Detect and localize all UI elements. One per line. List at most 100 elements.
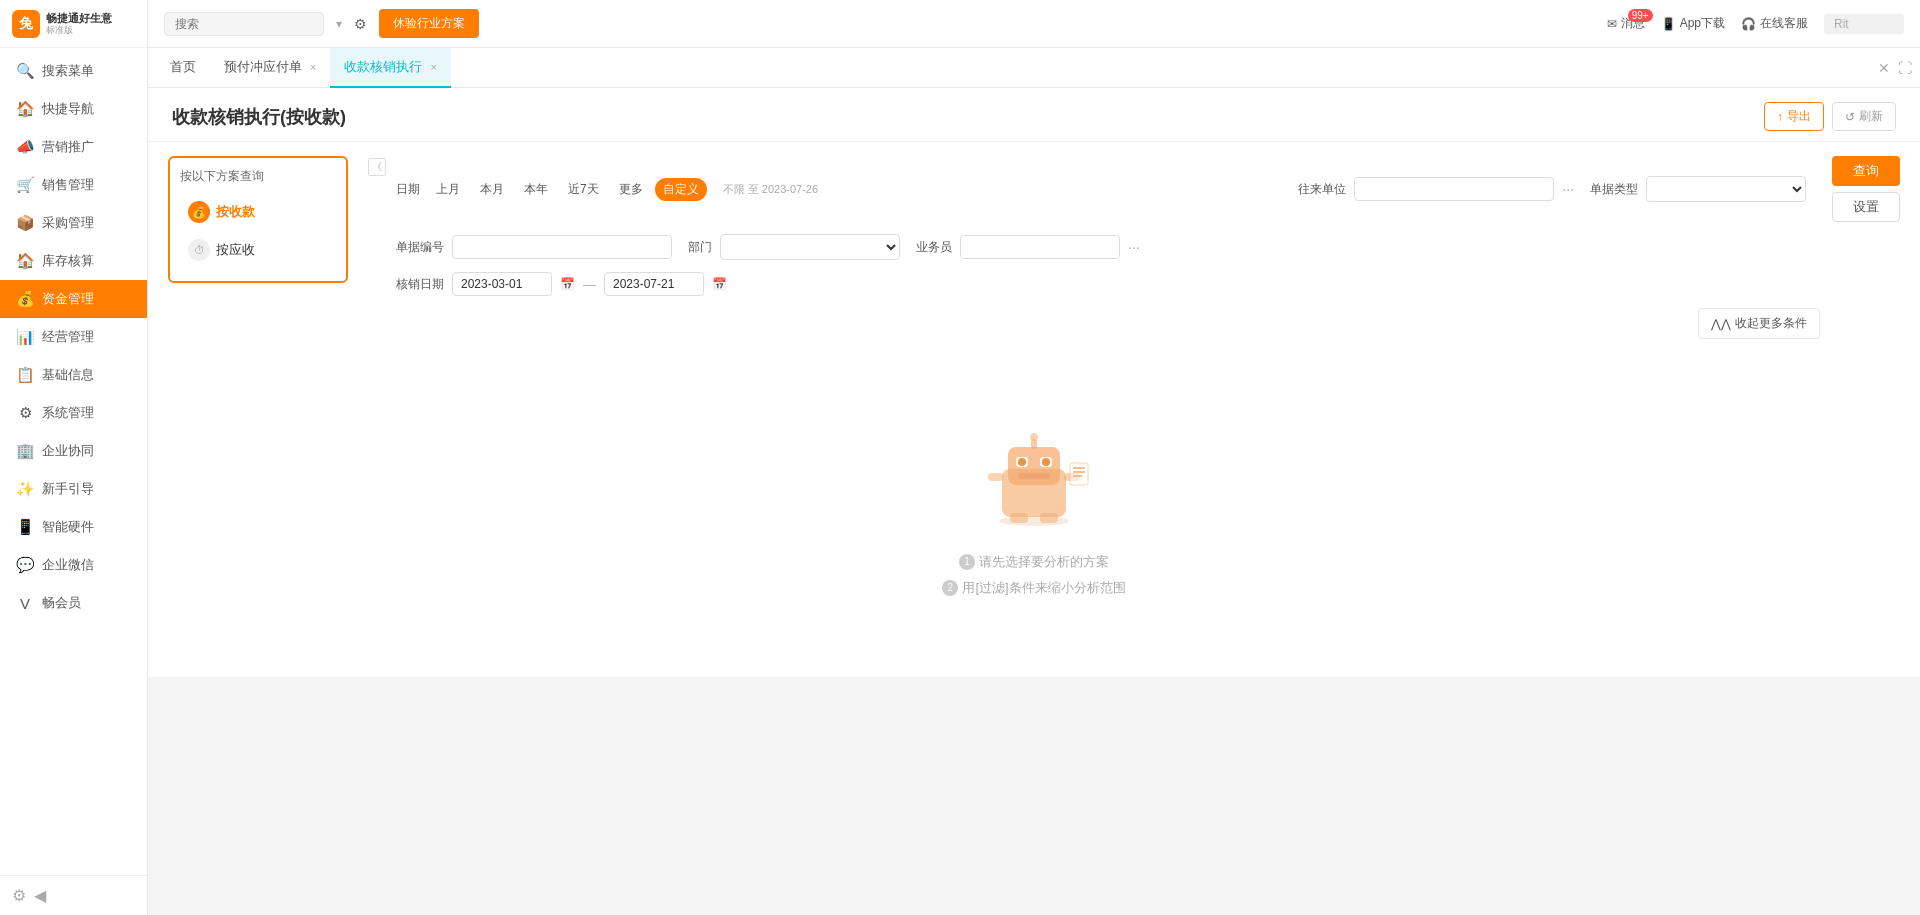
- wechat-icon: 💬: [16, 556, 34, 574]
- sidebar-item-purchase[interactable]: 📦 采购管理: [0, 204, 147, 242]
- tabbar-actions: ✕ ⛶: [1878, 60, 1912, 76]
- query-btn[interactable]: 查询: [1832, 156, 1900, 186]
- sidebar-item-quick-nav[interactable]: 🏠 快捷导航: [0, 90, 147, 128]
- industry-btn[interactable]: 休验行业方案: [379, 9, 479, 38]
- date-custom-badge[interactable]: 自定义: [655, 178, 707, 201]
- partner-input[interactable]: [1354, 177, 1554, 201]
- verify-date-start-input[interactable]: [452, 272, 552, 296]
- page-content: 收款核销执行(按收款) ↑ 导出 ↺ 刷新 按以下方: [148, 88, 1920, 915]
- filter-staff-field: 业务员 ···: [916, 235, 1140, 259]
- sidebar-item-operations[interactable]: 📊 经营管理: [0, 318, 147, 356]
- sidebar-item-hardware[interactable]: 📱 智能硬件: [0, 508, 147, 546]
- topbar-msg-btn[interactable]: ✉ 消息 99+: [1607, 15, 1645, 32]
- collapse-sidebar-icon[interactable]: ◀: [34, 886, 46, 905]
- date-btn-7days[interactable]: 近7天: [560, 178, 607, 201]
- collapse-more-btn[interactable]: ⋀⋀ 收起更多条件: [1698, 308, 1820, 339]
- verify-date-label: 核销日期: [396, 276, 444, 293]
- verify-date-start-cal-icon[interactable]: 📅: [560, 277, 575, 291]
- settings-bottom-icon[interactable]: ⚙: [12, 886, 26, 905]
- sidebar-item-system[interactable]: ⚙ 系统管理: [0, 394, 147, 432]
- filter-option-by-receivable[interactable]: ⏱ 按应收: [180, 233, 336, 267]
- topbar-right: ✉ 消息 99+ 📱 App下载 🎧 在线客服 Rit: [1607, 14, 1904, 34]
- date-label: 日期: [396, 181, 420, 198]
- export-btn-label: 导出: [1787, 108, 1811, 125]
- sidebar-item-basic-info[interactable]: 📋 基础信息: [0, 356, 147, 394]
- empty-tip-1-text: 请先选择要分析的方案: [979, 553, 1109, 571]
- topbar-chevron-icon[interactable]: ▾: [336, 17, 342, 31]
- sidebar-item-label: 企业微信: [42, 556, 94, 574]
- tab-receipt-label: 收款核销执行: [344, 58, 422, 76]
- svg-rect-2: [1008, 447, 1060, 485]
- filter-row-1: 日期 上月 本月 本年 近7天 更多 自定义: [396, 156, 1900, 222]
- service-label: 在线客服: [1760, 15, 1808, 32]
- date-btn-this-year[interactable]: 本年: [516, 178, 556, 201]
- svg-rect-9: [1018, 473, 1050, 479]
- cooperation-icon: 🏢: [16, 442, 34, 460]
- filter-option-label: 按收款: [216, 203, 255, 221]
- date-btn-last-month[interactable]: 上月: [428, 178, 468, 201]
- tabbar-window-close-icon[interactable]: ✕: [1878, 60, 1890, 76]
- filter-option-label: 按应收: [216, 241, 255, 259]
- doctype-select[interactable]: [1646, 176, 1806, 202]
- collapse-more-label: 收起更多条件: [1735, 315, 1807, 332]
- sidebar-item-search-menu[interactable]: 🔍 搜索菜单: [0, 52, 147, 90]
- receivable-option-icon: ⏱: [188, 239, 210, 261]
- sidebar-item-marketing[interactable]: 📣 营销推广: [0, 128, 147, 166]
- date-btn-more[interactable]: 更多: [611, 178, 651, 201]
- topbar-user-area[interactable]: Rit: [1824, 14, 1904, 34]
- docno-input[interactable]: [452, 235, 672, 259]
- export-btn[interactable]: ↑ 导出: [1764, 102, 1824, 131]
- setting-btn[interactable]: 设置: [1832, 192, 1900, 222]
- tab-receipt-close-icon[interactable]: ×: [430, 61, 436, 73]
- sidebar-item-label: 营销推广: [42, 138, 94, 156]
- collapse-left-panel-btn[interactable]: 《: [368, 158, 386, 176]
- content-wrapper: 收款核销执行(按收款) ↑ 导出 ↺ 刷新 按以下方: [148, 88, 1920, 677]
- topbar-gear-icon[interactable]: ⚙: [354, 16, 367, 32]
- tab-receipt[interactable]: 收款核销执行 ×: [330, 48, 450, 88]
- filter-fields: 日期 上月 本月 本年 近7天 更多 自定义: [396, 156, 1900, 339]
- sidebar-item-cooperation[interactable]: 🏢 企业协同: [0, 432, 147, 470]
- staff-input[interactable]: [960, 235, 1120, 259]
- sidebar-item-member[interactable]: V 畅会员: [0, 584, 147, 622]
- sidebar-bottom: ⚙ ◀: [0, 875, 147, 915]
- sidebar-item-label: 经营管理: [42, 328, 94, 346]
- date-options-group: 上月 本月 本年 近7天 更多 自定义: [428, 178, 707, 201]
- empty-tip-1: 1 请先选择要分析的方案: [959, 553, 1109, 571]
- verify-date-end-cal-icon[interactable]: 📅: [712, 277, 727, 291]
- tab-prepay-close-icon[interactable]: ×: [310, 61, 316, 73]
- member-icon: V: [16, 595, 34, 612]
- sidebar-item-inventory[interactable]: 🏠 库存核算: [0, 242, 147, 280]
- refresh-icon: ↺: [1845, 110, 1855, 124]
- staff-dots-icon[interactable]: ···: [1128, 239, 1140, 255]
- partner-dots-icon[interactable]: ···: [1562, 181, 1574, 197]
- svg-rect-10: [988, 473, 1004, 481]
- tip-num-2: 2: [942, 580, 958, 596]
- partner-label: 往来单位: [1298, 181, 1346, 198]
- dept-label: 部门: [688, 239, 712, 256]
- tabbar-expand-icon[interactable]: ⛶: [1898, 60, 1912, 76]
- sidebar-item-label: 采购管理: [42, 214, 94, 232]
- quick-nav-icon: 🏠: [16, 100, 34, 118]
- svg-point-6: [1042, 458, 1050, 466]
- tab-prepay[interactable]: 预付冲应付单 ×: [210, 48, 330, 88]
- marketing-icon: 📣: [16, 138, 34, 156]
- verify-date-end-input[interactable]: [604, 272, 704, 296]
- logo-area: 兔 畅捷通好生意 标准版: [0, 0, 147, 48]
- tab-home[interactable]: 首页: [156, 48, 210, 88]
- filter-date-field: 日期 上月 本月 本年 近7天 更多 自定义: [396, 178, 707, 201]
- sidebar-item-finance[interactable]: 💰 资金管理: [0, 280, 147, 318]
- dept-select[interactable]: [720, 234, 900, 260]
- sidebar-item-label: 库存核算: [42, 252, 94, 270]
- sidebar-item-sales[interactable]: 🛒 销售管理: [0, 166, 147, 204]
- filter-doctype-field: 单据类型: [1590, 176, 1806, 202]
- msg-badge: 99+: [1628, 9, 1653, 22]
- date-btn-this-month[interactable]: 本月: [472, 178, 512, 201]
- refresh-btn[interactable]: ↺ 刷新: [1832, 102, 1896, 131]
- page-actions: ↑ 导出 ↺ 刷新: [1764, 102, 1896, 131]
- filter-option-by-receipt[interactable]: 💰 按收款: [180, 195, 336, 229]
- sidebar-item-guide[interactable]: ✨ 新手引导: [0, 470, 147, 508]
- topbar-app-btn[interactable]: 📱 App下载: [1661, 15, 1725, 32]
- topbar-service-btn[interactable]: 🎧 在线客服: [1741, 15, 1808, 32]
- topbar-search-input[interactable]: [164, 12, 324, 36]
- sidebar-item-wechat[interactable]: 💬 企业微信: [0, 546, 147, 584]
